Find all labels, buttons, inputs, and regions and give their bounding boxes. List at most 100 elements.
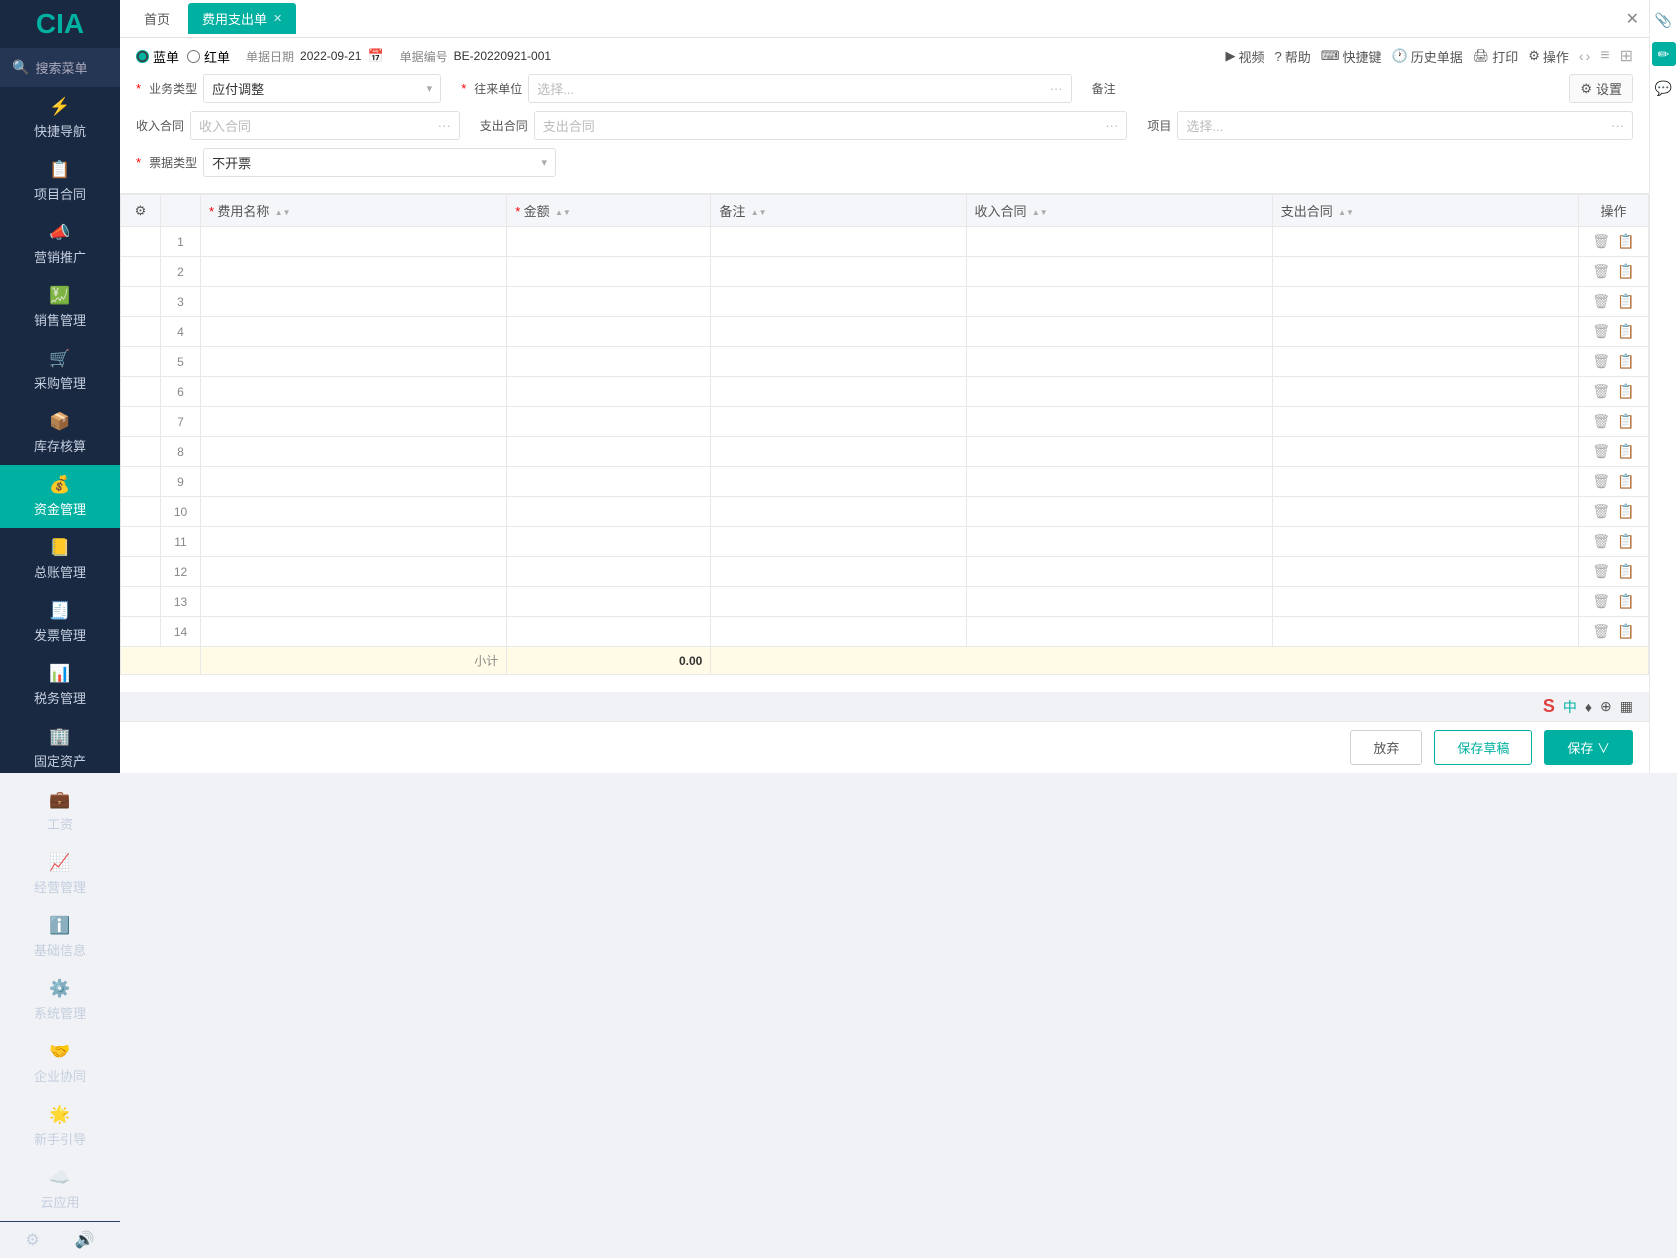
copy-row-button[interactable]: 📋: [1617, 323, 1634, 339]
delete-row-button[interactable]: 🗑: [1592, 323, 1610, 339]
row-expense-contract[interactable]: [1272, 497, 1578, 527]
row-remark[interactable]: [711, 317, 966, 347]
income-contract-input[interactable]: 收入合同 ···: [190, 111, 460, 140]
row-income-contract[interactable]: [966, 287, 1272, 317]
search-menu[interactable]: 🔍 搜索菜单: [0, 48, 120, 87]
sidebar-item-fixed-assets[interactable]: 🏢 固定资产: [0, 717, 120, 780]
sort-amount-icon[interactable]: ▲▼: [555, 208, 571, 217]
row-income-contract[interactable]: [966, 257, 1272, 287]
operations-button[interactable]: ⚙ 操作: [1528, 47, 1569, 66]
red-single-radio[interactable]: 红单: [187, 47, 230, 66]
help-button[interactable]: ? 帮助: [1274, 47, 1310, 66]
copy-row-button[interactable]: 📋: [1617, 533, 1634, 549]
th-expense-name[interactable]: * 费用名称 ▲▼: [201, 195, 507, 227]
row-expense-name[interactable]: [201, 617, 507, 647]
row-expense-contract[interactable]: [1272, 227, 1578, 257]
video-button[interactable]: ▶ 视频: [1225, 47, 1264, 66]
window-close-button[interactable]: ✕: [1626, 9, 1639, 29]
row-expense-contract[interactable]: [1272, 317, 1578, 347]
copy-row-button[interactable]: 📋: [1617, 443, 1634, 459]
row-income-contract[interactable]: [966, 587, 1272, 617]
copy-row-button[interactable]: 📋: [1617, 233, 1634, 249]
row-expense-name[interactable]: [201, 377, 507, 407]
row-expense-name[interactable]: [201, 527, 507, 557]
row-income-contract[interactable]: [966, 407, 1272, 437]
tab-expense[interactable]: 费用支出单 ✕: [188, 3, 296, 34]
list-view-icon[interactable]: ≡: [1600, 47, 1609, 65]
row-income-contract[interactable]: [966, 617, 1272, 647]
copy-row-button[interactable]: 📋: [1617, 293, 1634, 309]
table-config-header[interactable]: ⚙: [121, 195, 161, 227]
red-single-input[interactable]: [187, 50, 200, 63]
row-remark[interactable]: [711, 377, 966, 407]
row-amount[interactable]: [507, 257, 711, 287]
row-expense-contract[interactable]: [1272, 557, 1578, 587]
delete-row-button[interactable]: 🗑: [1592, 563, 1610, 579]
row-expense-name[interactable]: [201, 317, 507, 347]
sidebar-item-cloud[interactable]: ☁️ 云应用: [0, 1158, 120, 1221]
row-income-contract[interactable]: [966, 227, 1272, 257]
right-tool-3[interactable]: 💬: [1652, 76, 1676, 100]
sidebar-item-basic-info[interactable]: ℹ️ 基础信息: [0, 906, 120, 969]
counterpart-input[interactable]: 选择... ···: [528, 74, 1071, 103]
row-amount[interactable]: [507, 227, 711, 257]
sidebar-item-purchase[interactable]: 🛒 采购管理: [0, 339, 120, 402]
row-remark[interactable]: [711, 467, 966, 497]
row-remark[interactable]: [711, 557, 966, 587]
business-type-select[interactable]: 应付调整 ▾: [203, 74, 441, 103]
sidebar-item-marketing[interactable]: 📣 营销推广: [0, 213, 120, 276]
row-expense-name[interactable]: [201, 437, 507, 467]
calendar-icon[interactable]: 📅: [367, 48, 383, 64]
delete-row-button[interactable]: 🗑: [1592, 293, 1610, 309]
copy-row-button[interactable]: 📋: [1617, 593, 1634, 609]
sidebar-item-tax[interactable]: 📊 税务管理: [0, 654, 120, 717]
row-income-contract[interactable]: [966, 527, 1272, 557]
row-amount[interactable]: [507, 407, 711, 437]
sidebar-item-business[interactable]: 📈 经营管理: [0, 843, 120, 906]
row-expense-name[interactable]: [201, 587, 507, 617]
row-expense-name[interactable]: [201, 257, 507, 287]
row-expense-contract[interactable]: [1272, 617, 1578, 647]
sidebar-item-ledger[interactable]: 📒 总账管理: [0, 528, 120, 591]
row-income-contract[interactable]: [966, 467, 1272, 497]
row-expense-name[interactable]: [201, 557, 507, 587]
setting-button[interactable]: ⚙ 设置: [1569, 74, 1633, 103]
delete-row-button[interactable]: 🗑: [1592, 473, 1610, 489]
sidebar-item-enterprise[interactable]: 🤝 企业协同: [0, 1032, 120, 1095]
history-button[interactable]: 🕐 历史单据: [1392, 47, 1463, 66]
tab-expense-close-icon[interactable]: ✕: [273, 12, 282, 25]
row-remark[interactable]: [711, 257, 966, 287]
row-income-contract[interactable]: [966, 377, 1272, 407]
row-amount[interactable]: [507, 587, 711, 617]
delete-row-button[interactable]: 🗑: [1592, 533, 1610, 549]
row-remark[interactable]: [711, 497, 966, 527]
discard-button[interactable]: 放弃: [1350, 730, 1422, 765]
sidebar-item-newbie[interactable]: 🌟 新手引导: [0, 1095, 120, 1158]
project-input[interactable]: 选择... ···: [1177, 111, 1633, 140]
row-expense-name[interactable]: [201, 227, 507, 257]
row-expense-contract[interactable]: [1272, 377, 1578, 407]
settings-bottom-button[interactable]: ⚙: [25, 1230, 39, 1250]
copy-row-button[interactable]: 📋: [1617, 563, 1634, 579]
save-draft-button[interactable]: 保存草稿: [1434, 730, 1532, 765]
row-expense-contract[interactable]: [1272, 257, 1578, 287]
row-expense-contract[interactable]: [1272, 587, 1578, 617]
row-amount[interactable]: [507, 287, 711, 317]
th-income-contract[interactable]: 收入合同 ▲▼: [966, 195, 1272, 227]
row-amount[interactable]: [507, 347, 711, 377]
row-amount[interactable]: [507, 437, 711, 467]
row-amount[interactable]: [507, 467, 711, 497]
row-income-contract[interactable]: [966, 347, 1272, 377]
row-remark[interactable]: [711, 287, 966, 317]
sidebar-item-invoice[interactable]: 🧾 发票管理: [0, 591, 120, 654]
row-expense-contract[interactable]: [1272, 407, 1578, 437]
grid-view-icon[interactable]: ⊞: [1620, 46, 1633, 66]
row-income-contract[interactable]: [966, 437, 1272, 467]
row-expense-name[interactable]: [201, 497, 507, 527]
row-amount[interactable]: [507, 377, 711, 407]
copy-row-button[interactable]: 📋: [1617, 413, 1634, 429]
row-remark[interactable]: [711, 407, 966, 437]
copy-row-button[interactable]: 📋: [1617, 383, 1634, 399]
row-expense-contract[interactable]: [1272, 347, 1578, 377]
shortcut-button[interactable]: ⌨ 快捷键: [1321, 47, 1382, 66]
